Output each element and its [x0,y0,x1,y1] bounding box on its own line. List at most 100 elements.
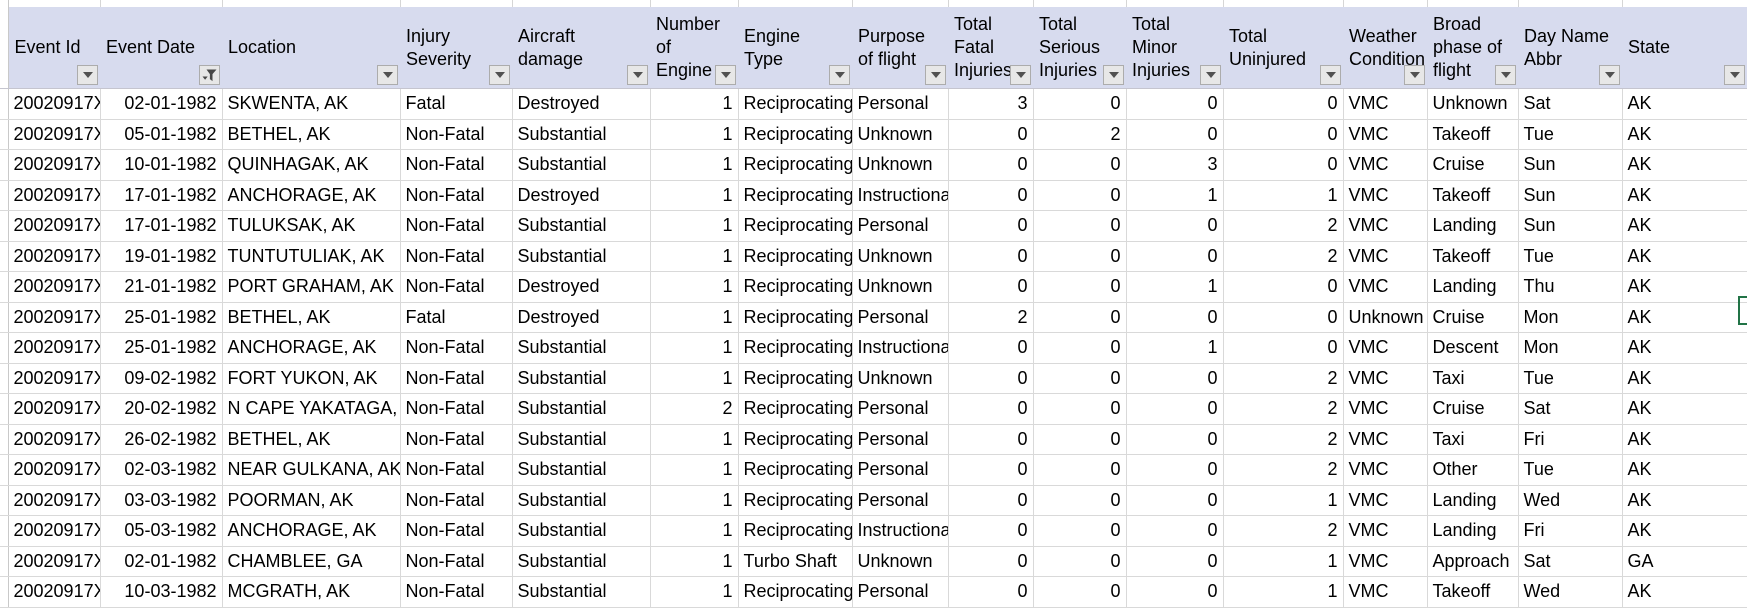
cell-total_fatal_injuries[interactable]: 0 [948,485,1034,516]
cell-total_uninjured[interactable]: 2 [1223,454,1344,486]
filter-button-location[interactable] [377,65,398,85]
cell-event_id[interactable]: 20020917X [8,119,101,150]
cell-total_minor_injuries[interactable]: 0 [1126,454,1224,486]
cell-weather_condition[interactable]: VMC [1343,424,1428,455]
cell-purpose_of_flight[interactable]: Personal [852,210,949,242]
cell-event_date[interactable]: 20-02-1982 [100,393,223,425]
cell-event_date[interactable]: 17-01-1982 [100,210,223,242]
cell-injury_severity[interactable]: Fatal [400,88,513,120]
filter-button-state[interactable] [1724,65,1745,85]
cell-total_serious_injuries[interactable]: 0 [1033,210,1127,242]
cell-broad_phase_of_flight[interactable]: Taxi [1427,363,1519,394]
filter-button-total_fatal_injuries[interactable] [1010,65,1031,85]
cell-total_serious_injuries[interactable]: 0 [1033,180,1127,211]
column-header-number_of_engine[interactable]: Number of Engine [650,7,738,89]
cell-event_date[interactable]: 02-03-1982 [100,454,223,486]
cell-broad_phase_of_flight[interactable]: Approach [1427,546,1519,577]
cell-engine_type[interactable]: Reciprocating [738,271,853,303]
cell-engine_type[interactable]: Reciprocating [738,180,853,211]
column-header-broad_phase_of_flight[interactable]: Broad phase of flight [1427,7,1518,89]
cell-state[interactable]: AK [1622,332,1747,364]
cell-injury_severity[interactable]: Fatal [400,302,513,333]
cell-number_of_engine[interactable]: 1 [650,180,739,211]
cell-location[interactable]: SKWENTA, AK [222,88,401,120]
cell-total_serious_injuries[interactable]: 0 [1033,271,1127,303]
cell-aircraft_damage[interactable]: Substantial [512,393,651,425]
cell-injury_severity[interactable]: Non-Fatal [400,454,513,486]
cell-total_serious_injuries[interactable]: 0 [1033,393,1127,425]
cell-state[interactable]: AK [1622,485,1747,516]
cell-broad_phase_of_flight[interactable]: Landing [1427,271,1519,303]
cell-engine_type[interactable]: Reciprocating [738,302,853,333]
column-header-state[interactable]: State [1622,7,1747,89]
cell-event_id[interactable]: 20020917X [8,576,101,608]
cell-total_uninjured[interactable]: 2 [1223,424,1344,455]
cell-state[interactable]: AK [1622,454,1747,486]
cell-total_uninjured[interactable]: 0 [1223,332,1344,364]
cell-number_of_engine[interactable]: 1 [650,424,739,455]
column-header-total_fatal_injuries[interactable]: Total Fatal Injuries [948,7,1033,89]
cell-total_minor_injuries[interactable]: 0 [1126,302,1224,333]
cell-aircraft_damage[interactable]: Substantial [512,424,651,455]
cell-event_id[interactable]: 20020917X [8,149,101,181]
cell-number_of_engine[interactable]: 1 [650,210,739,242]
cell-day_name_abbr[interactable]: Tue [1518,454,1623,486]
cell-day_name_abbr[interactable]: Fri [1518,515,1623,547]
cell-engine_type[interactable]: Turbo Shaft [738,546,853,577]
cell-weather_condition[interactable]: VMC [1343,363,1428,394]
column-header-total_serious_injuries[interactable]: Total Serious Injuries [1033,7,1126,89]
cell-weather_condition[interactable]: VMC [1343,393,1428,425]
cell-total_serious_injuries[interactable]: 0 [1033,424,1127,455]
cell-total_minor_injuries[interactable]: 0 [1126,241,1224,272]
cell-state[interactable]: AK [1622,210,1747,242]
cell-aircraft_damage[interactable]: Substantial [512,119,651,150]
filter-button-total_uninjured[interactable] [1320,65,1341,85]
cell-event_id[interactable]: 20020917X [8,454,101,486]
cell-weather_condition[interactable]: VMC [1343,241,1428,272]
cell-total_serious_injuries[interactable]: 0 [1033,88,1127,120]
filter-button-weather_condition[interactable] [1404,65,1425,85]
cell-day_name_abbr[interactable]: Mon [1518,332,1623,364]
cell-aircraft_damage[interactable]: Substantial [512,515,651,547]
cell-number_of_engine[interactable]: 1 [650,119,739,150]
cell-injury_severity[interactable]: Non-Fatal [400,149,513,181]
cell-event_date[interactable]: 02-01-1982 [100,546,223,577]
cell-state[interactable]: AK [1622,424,1747,455]
cell-total_minor_injuries[interactable]: 0 [1126,576,1224,608]
cell-event_id[interactable]: 20020917X [8,271,101,303]
cell-event_id[interactable]: 20020917X [8,515,101,547]
cell-engine_type[interactable]: Reciprocating [738,149,853,181]
cell-injury_severity[interactable]: Non-Fatal [400,576,513,608]
cell-location[interactable]: CHAMBLEE, GA [222,546,401,577]
cell-event_date[interactable]: 25-01-1982 [100,332,223,364]
cell-total_minor_injuries[interactable]: 0 [1126,119,1224,150]
cell-day_name_abbr[interactable]: Sun [1518,149,1623,181]
cell-number_of_engine[interactable]: 1 [650,149,739,181]
cell-event_date[interactable]: 19-01-1982 [100,241,223,272]
cell-number_of_engine[interactable]: 1 [650,576,739,608]
cell-location[interactable]: BETHEL, AK [222,119,401,150]
cell-broad_phase_of_flight[interactable]: Landing [1427,210,1519,242]
cell-weather_condition[interactable]: VMC [1343,576,1428,608]
cell-injury_severity[interactable]: Non-Fatal [400,546,513,577]
column-header-day_name_abbr[interactable]: Day Name Abbr [1518,7,1622,89]
cell-number_of_engine[interactable]: 1 [650,515,739,547]
cell-location[interactable]: ANCHORAGE, AK [222,332,401,364]
cell-weather_condition[interactable]: VMC [1343,180,1428,211]
cell-total_uninjured[interactable]: 0 [1223,271,1344,303]
cell-day_name_abbr[interactable]: Sun [1518,210,1623,242]
cell-purpose_of_flight[interactable]: Unknown [852,241,949,272]
cell-total_uninjured[interactable]: 2 [1223,393,1344,425]
cell-broad_phase_of_flight[interactable]: Takeoff [1427,180,1519,211]
cell-aircraft_damage[interactable]: Substantial [512,454,651,486]
cell-total_serious_injuries[interactable]: 0 [1033,576,1127,608]
cell-location[interactable]: BETHEL, AK [222,424,401,455]
cell-purpose_of_flight[interactable]: Unknown [852,119,949,150]
cell-day_name_abbr[interactable]: Wed [1518,485,1623,516]
cell-engine_type[interactable]: Reciprocating [738,119,853,150]
cell-number_of_engine[interactable]: 1 [650,454,739,486]
cell-aircraft_damage[interactable]: Substantial [512,485,651,516]
cell-weather_condition[interactable]: VMC [1343,332,1428,364]
cell-day_name_abbr[interactable]: Sat [1518,393,1623,425]
cell-broad_phase_of_flight[interactable]: Landing [1427,485,1519,516]
